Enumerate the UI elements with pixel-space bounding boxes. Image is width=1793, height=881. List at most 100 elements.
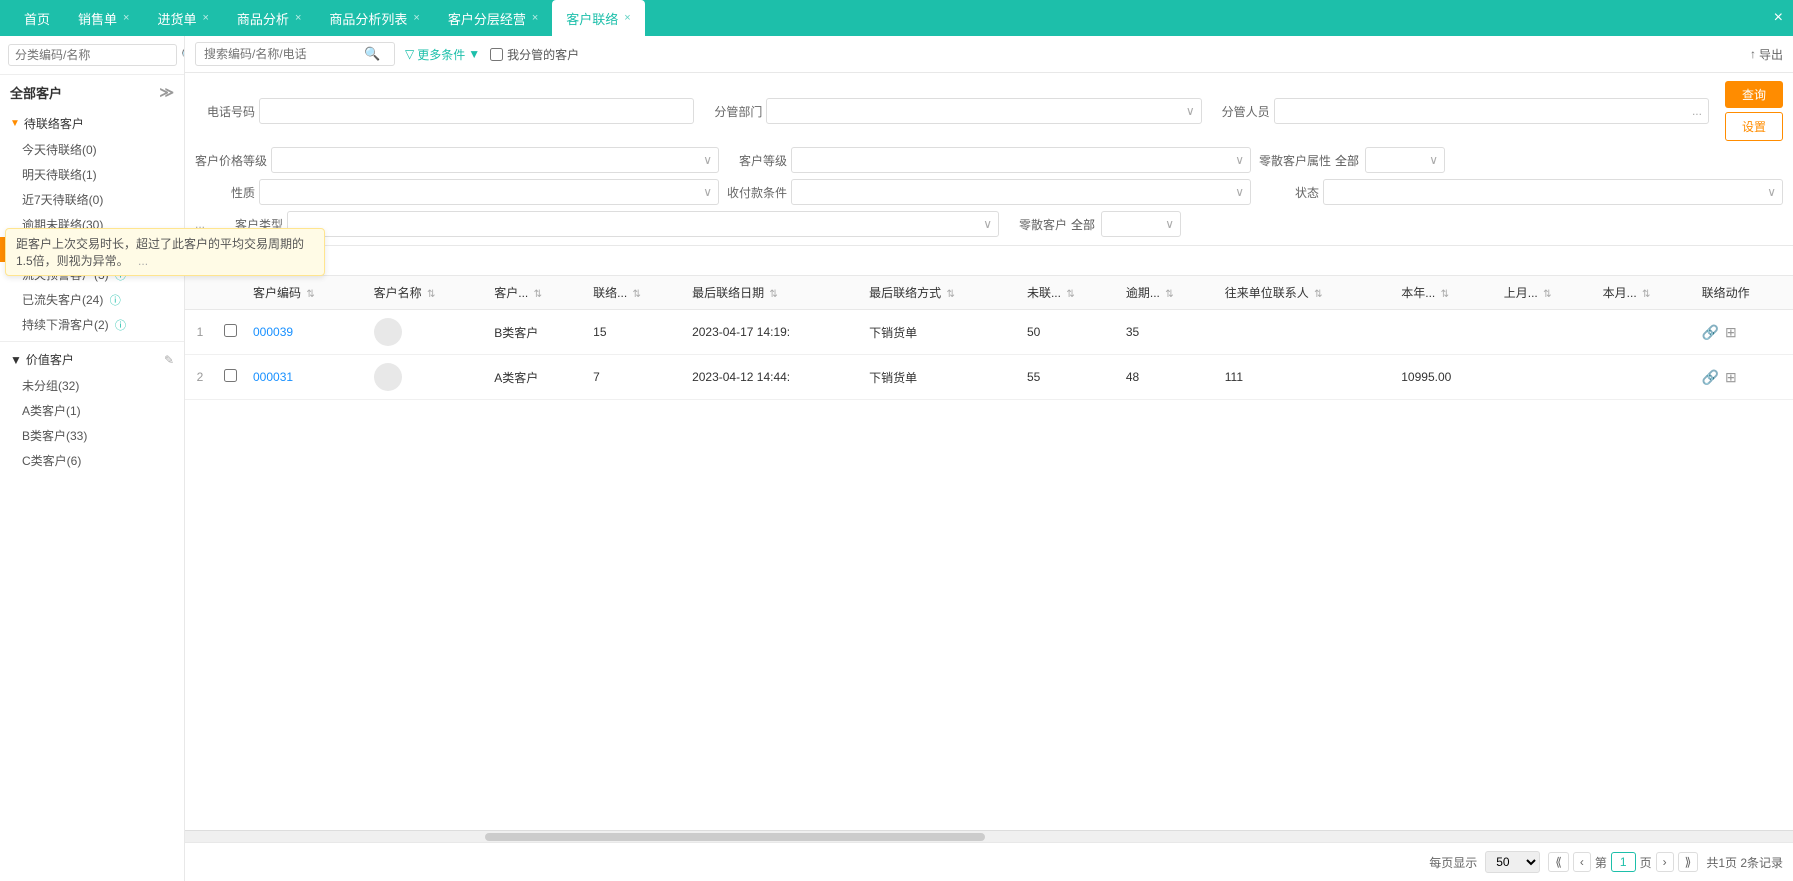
row2-action-link[interactable]: 🔗 [1702, 369, 1719, 386]
col-this-year[interactable]: 本年... ⇅ [1393, 276, 1496, 310]
nav-purchase-close[interactable]: × [202, 12, 208, 24]
first-page-btn[interactable]: ⟪ [1548, 852, 1569, 872]
status-arrow-icon: ∨ [1767, 185, 1776, 199]
scrollbar-thumb[interactable] [485, 833, 985, 841]
nav-customer-segment[interactable]: 客户分层经营 × [434, 0, 552, 36]
sidebar-item-ungroup[interactable]: 未分组(32) [0, 373, 184, 398]
settings-button[interactable]: 设置 [1725, 112, 1783, 141]
col-last-month[interactable]: 上月... ⇅ [1496, 276, 1595, 310]
status-select[interactable]: ∨ [1323, 179, 1783, 205]
sort-icon-this-month: ⇅ [1642, 289, 1650, 300]
sidebar-item-7days[interactable]: 近7天待联络(0) [0, 187, 184, 212]
price-level-select[interactable]: ∨ [271, 147, 719, 173]
row2-action-more[interactable]: ⊞ [1725, 369, 1737, 386]
row1-last-method[interactable]: 下销货单 [861, 310, 1019, 355]
sidebar-group-value[interactable]: ▼ 价值客户 ✎ [0, 346, 184, 373]
sidebar-collapse-icon[interactable]: ≫ [159, 84, 174, 101]
retail-customer-select[interactable]: ∨ [1101, 211, 1181, 237]
nav-customer-segment-close[interactable]: × [532, 12, 538, 24]
dept-arrow-icon: ∨ [1186, 104, 1195, 118]
action-buttons: 查询 设置 [1725, 81, 1783, 141]
page-end-label: 页 [1640, 854, 1652, 871]
sidebar-item-tomorrow[interactable]: 明天待联络(1) [0, 162, 184, 187]
retail-attr-select[interactable]: ∨ [1365, 147, 1445, 173]
row2-checkbox[interactable] [224, 369, 237, 382]
nav-sales-close[interactable]: × [123, 12, 129, 24]
more-conditions-btn[interactable]: ▽ 更多条件 ▼ [405, 46, 480, 63]
chevron-down-icon: ▼ [468, 47, 480, 61]
row1-uncontacted: 50 [1019, 310, 1118, 355]
prev-page-btn[interactable]: ‹ [1573, 852, 1591, 872]
gender-arrow-icon: ∨ [703, 185, 712, 199]
nav-product-analysis-list[interactable]: 商品分析列表 × [315, 0, 433, 36]
col-contacts[interactable]: 往来单位联系人 ⇅ [1217, 276, 1393, 310]
sidebar-search-input[interactable] [8, 44, 177, 66]
row1-checkbox[interactable] [224, 324, 237, 337]
sidebar-all-customers-label: 全部客户 [10, 83, 62, 102]
person-select[interactable]: ... [1274, 98, 1709, 124]
tooltip-more[interactable]: ... [138, 254, 148, 268]
customer-level-select[interactable]: ∨ [791, 147, 1251, 173]
my-customers-checkbox-label[interactable]: 我分管的客户 [490, 46, 579, 63]
col-contact-count[interactable]: 联络... ⇅ [585, 276, 684, 310]
row1-action-link[interactable]: 🔗 [1702, 324, 1719, 341]
nav-product-analysis[interactable]: 商品分析 × [223, 0, 315, 36]
row1-code[interactable]: 000039 [245, 310, 366, 355]
nav-product-analysis-close[interactable]: × [295, 12, 301, 24]
sidebar-item-class-a[interactable]: A类客户(1) [0, 398, 184, 423]
filter-search-icon[interactable]: 🔍 [364, 46, 380, 62]
col-last-date[interactable]: 最后联络日期 ⇅ [684, 276, 861, 310]
row1-num: 1 [185, 310, 215, 355]
sidebar: 🔍 全部客户 ≫ ▼ 待联络客户 今天待联络(0) 明天待联络(1) 近7天待联… [0, 36, 185, 881]
col-this-month[interactable]: 本月... ⇅ [1595, 276, 1694, 310]
next-page-btn[interactable]: › [1656, 852, 1674, 872]
sidebar-item-class-b[interactable]: B类客户(33) [0, 423, 184, 448]
col-overdue[interactable]: 逾期... ⇅ [1118, 276, 1217, 310]
sidebar-item-today[interactable]: 今天待联络(0) [0, 137, 184, 162]
nav-customer-contact[interactable]: 客户联络 × [552, 0, 644, 36]
my-customers-checkbox[interactable] [490, 48, 503, 61]
close-all-tabs[interactable]: × [1774, 9, 1783, 27]
row1-last-date: 2023-04-17 14:19: [684, 310, 861, 355]
field-dept: 分管部门 ∨ [702, 98, 1201, 124]
retail-customer-arrow-icon: ∨ [1165, 217, 1174, 231]
sidebar-group-pending-title[interactable]: ▼ 待联络客户 [0, 110, 184, 137]
customer-type-select[interactable]: ∨ [287, 211, 999, 237]
nav-home[interactable]: 首页 [10, 0, 64, 36]
col-name[interactable]: 客户名称 ⇅ [366, 276, 487, 310]
horizontal-scrollbar[interactable] [185, 830, 1793, 842]
sidebar-header: 全部客户 ≫ [0, 75, 184, 110]
nav-product-analysis-list-close[interactable]: × [413, 12, 419, 24]
export-button[interactable]: ↑ 导出 [1750, 46, 1783, 63]
sort-icon-contact-count: ⇅ [633, 289, 641, 300]
row1-avatar [374, 318, 402, 346]
filter-search-input[interactable] [204, 47, 364, 61]
col-level[interactable]: 客户... ⇅ [486, 276, 585, 310]
phone-input[interactable] [259, 98, 694, 124]
row2-last-method[interactable]: 下销货单 [861, 355, 1019, 400]
sidebar-item-declining[interactable]: 持续下滑客户(2) ⓘ [0, 312, 184, 337]
row1-this-year [1393, 310, 1496, 355]
row2-code[interactable]: 000031 [245, 355, 366, 400]
per-page-select[interactable]: 50 100 200 [1485, 851, 1540, 873]
field-phone: 电话号码 [195, 98, 694, 124]
col-uncontacted[interactable]: 未联... ⇅ [1019, 276, 1118, 310]
row1-action-more[interactable]: ⊞ [1725, 324, 1737, 341]
col-code[interactable]: 客户编码 ⇅ [245, 276, 366, 310]
dept-select[interactable]: ∨ [766, 98, 1201, 124]
sidebar-item-churned[interactable]: 已流失客户(24) ⓘ [0, 287, 184, 312]
nav-purchase[interactable]: 进货单 × [143, 0, 222, 36]
nav-customer-contact-close[interactable]: × [624, 12, 630, 24]
edit-icon[interactable]: ✎ [164, 353, 174, 367]
row2-overdue: 48 [1118, 355, 1217, 400]
payment-select[interactable]: ∨ [791, 179, 1251, 205]
gender-select[interactable]: ∨ [259, 179, 719, 205]
row2-num: 2 [185, 355, 215, 400]
query-button[interactable]: 查询 [1725, 81, 1783, 108]
nav-sales[interactable]: 销售单 × [64, 0, 143, 36]
row1-contacts [1217, 310, 1393, 355]
last-page-btn[interactable]: ⟫ [1678, 852, 1699, 872]
field-retail-customer: 零散客户 全部 ∨ [1007, 211, 1783, 237]
sidebar-item-class-c[interactable]: C类客户(6) [0, 448, 184, 473]
col-last-method[interactable]: 最后联络方式 ⇅ [861, 276, 1019, 310]
